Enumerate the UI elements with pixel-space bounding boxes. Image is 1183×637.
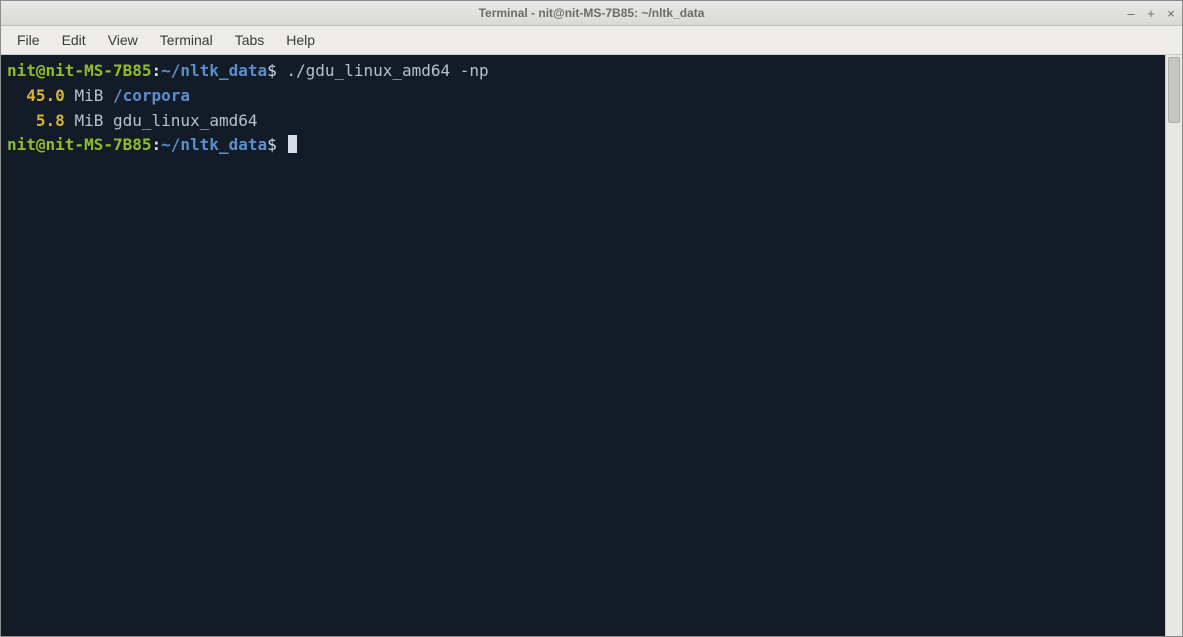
output-row: 5.8 MiB gdu_linux_amd64 bbox=[7, 111, 258, 130]
entry-name: gdu_linux_amd64 bbox=[113, 111, 258, 130]
window-controls: – + × bbox=[1124, 1, 1178, 25]
output-row: 45.0 MiB /corpora bbox=[7, 86, 190, 105]
terminal-wrap: nit@nit-MS-7B85:~/nltk_data$ ./gdu_linux… bbox=[1, 55, 1182, 636]
entry-name: /corpora bbox=[113, 86, 190, 105]
menu-view[interactable]: View bbox=[98, 28, 148, 52]
size-unit: MiB bbox=[74, 111, 103, 130]
prompt-path: ~/nltk_data bbox=[161, 61, 267, 80]
size-value: 45.0 bbox=[26, 86, 65, 105]
scrollbar-thumb[interactable] bbox=[1168, 57, 1180, 123]
prompt-user-host: nit@nit-MS-7B85 bbox=[7, 61, 152, 80]
maximize-icon[interactable]: + bbox=[1144, 6, 1158, 20]
menu-terminal[interactable]: Terminal bbox=[150, 28, 223, 52]
menu-file[interactable]: File bbox=[7, 28, 50, 52]
cursor-icon bbox=[288, 135, 297, 153]
terminal-window: Terminal - nit@nit-MS-7B85: ~/nltk_data … bbox=[0, 0, 1183, 637]
command-value: ./gdu_linux_amd64 -np bbox=[286, 61, 488, 80]
prompt-colon: : bbox=[152, 135, 162, 154]
menu-help[interactable]: Help bbox=[276, 28, 325, 52]
prompt-dollar: $ bbox=[267, 61, 277, 80]
title-bar[interactable]: Terminal - nit@nit-MS-7B85: ~/nltk_data … bbox=[1, 1, 1182, 26]
menu-bar: File Edit View Terminal Tabs Help bbox=[1, 26, 1182, 55]
prompt-path: ~/nltk_data bbox=[161, 135, 267, 154]
menu-tabs[interactable]: Tabs bbox=[225, 28, 275, 52]
menu-edit[interactable]: Edit bbox=[52, 28, 96, 52]
close-icon[interactable]: × bbox=[1164, 6, 1178, 20]
terminal-area[interactable]: nit@nit-MS-7B85:~/nltk_data$ ./gdu_linux… bbox=[1, 55, 1165, 636]
size-value: 5.8 bbox=[36, 111, 65, 130]
window-title: Terminal - nit@nit-MS-7B85: ~/nltk_data bbox=[479, 6, 705, 20]
minimize-icon[interactable]: – bbox=[1124, 6, 1138, 20]
vertical-scrollbar[interactable] bbox=[1165, 55, 1182, 636]
command-text bbox=[277, 61, 287, 80]
size-unit: MiB bbox=[74, 86, 103, 105]
prompt-colon: : bbox=[152, 61, 162, 80]
prompt-dollar: $ bbox=[267, 135, 277, 154]
prompt-user-host: nit@nit-MS-7B85 bbox=[7, 135, 152, 154]
